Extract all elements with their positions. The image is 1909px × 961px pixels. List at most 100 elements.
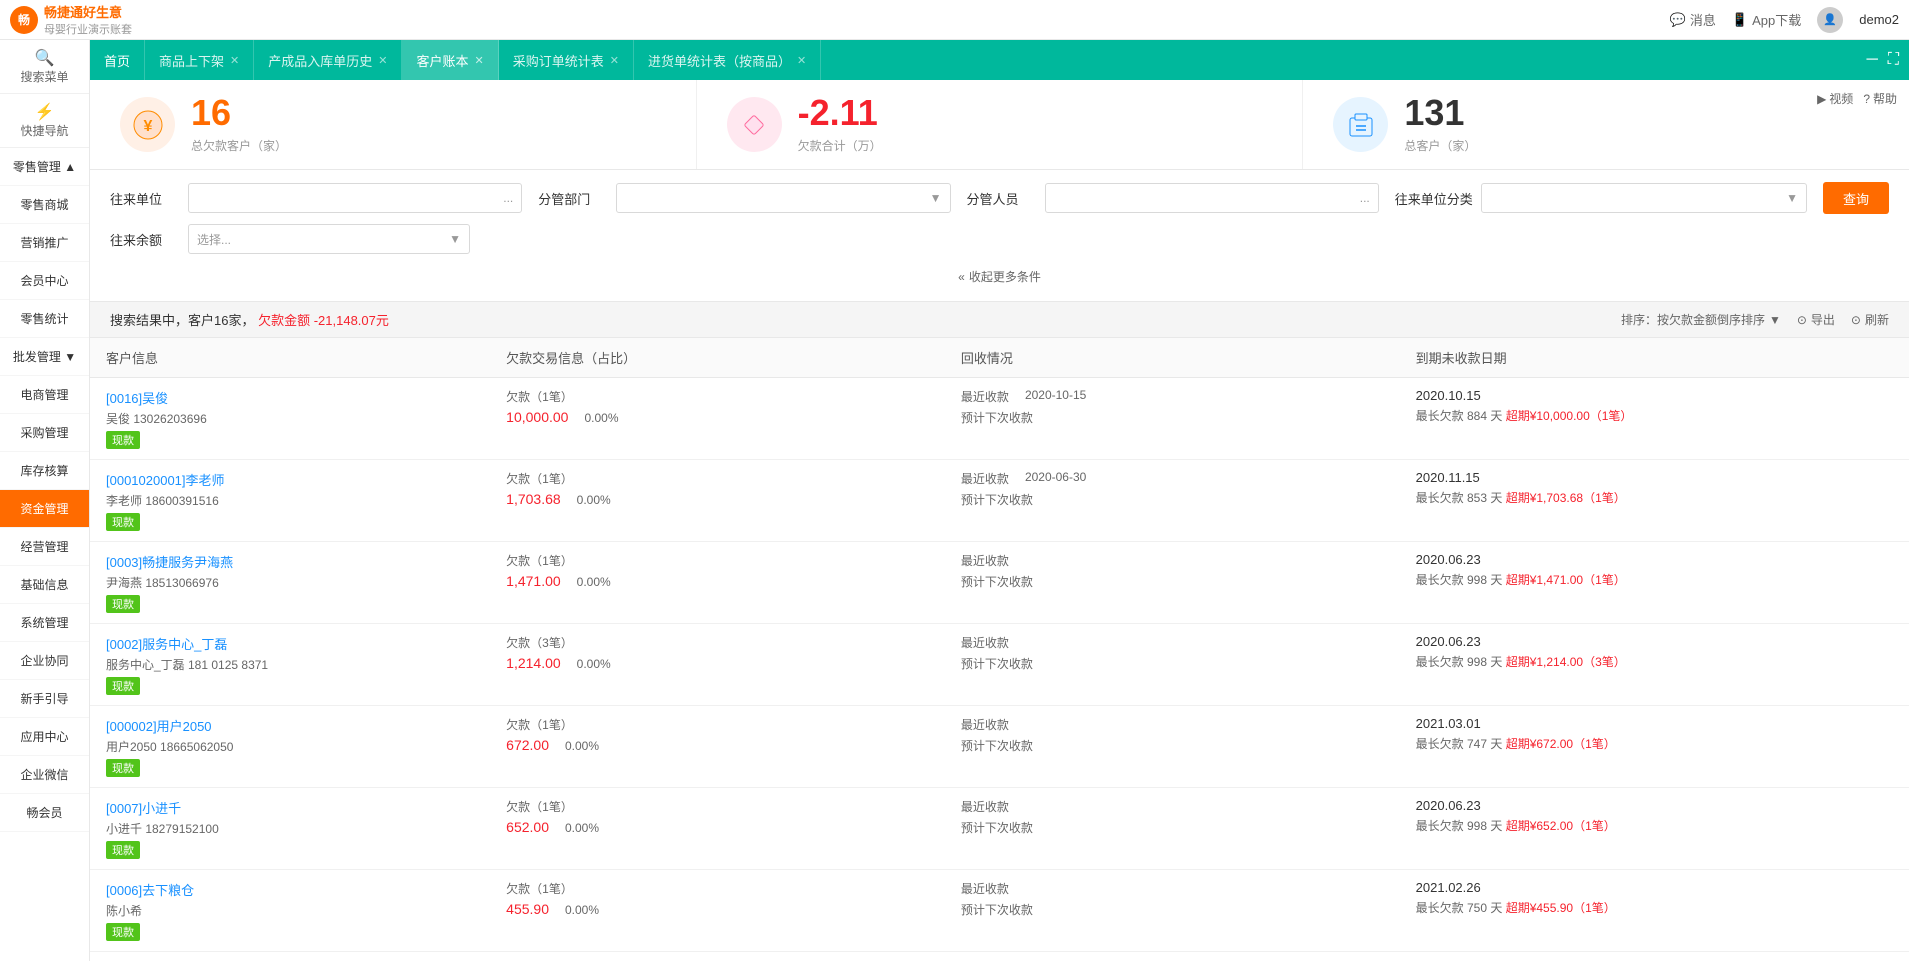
overdue-amount-3[interactable]: 超期¥1,214.00（3笔） — [1506, 655, 1626, 669]
sidebar-item-app-center[interactable]: 应用中心 — [0, 718, 89, 756]
overdue-amount-6[interactable]: 超期¥455.90（1笔） — [1506, 901, 1616, 915]
tab-purchase-stat-close[interactable]: ✕ — [610, 54, 619, 67]
sidebar-item-batch-mgmt[interactable]: 批发管理 ▼ — [0, 338, 89, 376]
overdue-days-2: 最长欠款 998 天 — [1416, 573, 1506, 587]
balance-select[interactable]: 选择... ▼ — [188, 224, 470, 254]
sidebar-item-basic-info[interactable]: 基础信息 — [0, 566, 89, 604]
dept-select[interactable]: ▼ — [616, 183, 950, 213]
overdue-amount-4[interactable]: 超期¥672.00（1笔） — [1506, 737, 1616, 751]
tab-product-history-close[interactable]: ✕ — [378, 54, 387, 67]
messages-btn[interactable]: 💬 消息 — [1670, 10, 1716, 29]
source-unit-input[interactable]: ... — [188, 183, 522, 213]
unit-classify-select[interactable]: ▼ — [1481, 183, 1807, 213]
col-recovery: 回收情况 — [945, 338, 1400, 378]
tab-customer-account-close[interactable]: ✕ — [475, 54, 484, 67]
tab-minimize-icon[interactable]: ─ — [1866, 51, 1877, 69]
cell-customer-4: [000002]用户2050 用户2050 18665062050 现款 — [90, 706, 490, 788]
tab-home[interactable]: 首页 — [90, 40, 145, 80]
table-row: [0003]畅捷服务尹海燕 尹海燕 18513066976 现款 欠款（1笔） … — [90, 542, 1909, 624]
person-input[interactable]: ... — [1045, 183, 1379, 213]
tab-product-offshelf-close[interactable]: ✕ — [230, 54, 239, 67]
owe-amount-3[interactable]: 1,214.00 — [506, 655, 561, 671]
next-payment-row-5: 预计下次收款 — [961, 819, 1384, 836]
cell-due-7: 2020.12.30 最长欠款 808 天 超期¥429.00（1笔） — [1400, 952, 1909, 961]
owe-percent-6: 0.00% — [557, 903, 599, 917]
owe-percent-5: 0.00% — [557, 821, 599, 835]
result-text: 搜索结果中，客户16家， 欠款金额 -21,148.07元 — [110, 310, 389, 329]
cell-recovery-3: 最近收款 预计下次收款 — [945, 624, 1400, 706]
sidebar-item-enterprise[interactable]: 企业协同 — [0, 642, 89, 680]
export-btn[interactable]: ⊙ 导出 — [1797, 311, 1835, 328]
search-icon: 🔍 — [0, 48, 89, 68]
refresh-btn[interactable]: ⊙ 刷新 — [1851, 311, 1889, 328]
customer-id-link-3[interactable]: [0002]服务中心_丁磊 — [106, 634, 474, 653]
content-area: 首页 商品上下架 ✕ 产成品入库单历史 ✕ 客户账本 ✕ 采购订单统计表 ✕ — [90, 40, 1909, 961]
cell-recovery-2: 最近收款 预计下次收款 — [945, 542, 1400, 624]
app-download-btn[interactable]: 📱 App下载 — [1732, 10, 1801, 29]
owe-percent-1: 0.00% — [569, 493, 611, 507]
owe-count-2: 欠款（1笔） — [506, 552, 929, 569]
tab-import-stat-close[interactable]: ✕ — [797, 54, 806, 67]
tab-customer-account[interactable]: 客户账本 ✕ — [402, 40, 498, 80]
sidebar-item-purchase[interactable]: 采购管理 — [0, 414, 89, 452]
sidebar-item-vip[interactable]: 畅会员 — [0, 794, 89, 832]
sidebar-item-ecommerce[interactable]: 电商管理 — [0, 376, 89, 414]
balance-placeholder: 选择... — [197, 231, 231, 248]
sidebar-item-inventory[interactable]: 库存核算 — [0, 452, 89, 490]
tab-maximize-icon[interactable]: ⛶ — [1888, 51, 1899, 69]
avatar-img: 👤 — [1823, 13, 1837, 26]
collapse-btn[interactable]: « 收起更多条件 — [110, 264, 1889, 289]
owe-amount-1[interactable]: 1,703.68 — [506, 491, 561, 507]
cell-recovery-7: 最近收款 预计下次收款 — [945, 952, 1400, 961]
sidebar-item-sys-mgmt[interactable]: 系统管理 — [0, 604, 89, 642]
sort-select[interactable]: 排序：按欠款金额倒序排序 ▼ — [1621, 311, 1781, 328]
overdue-amount-1[interactable]: 超期¥1,703.68（1笔） — [1506, 491, 1626, 505]
overdue-days-6: 最长欠款 750 天 — [1416, 901, 1506, 915]
owe-amount-4[interactable]: 672.00 — [506, 737, 549, 753]
cell-customer-2: [0003]畅捷服务尹海燕 尹海燕 18513066976 现款 — [90, 542, 490, 624]
sidebar-item-retail-mall[interactable]: 零售商城 — [0, 186, 89, 224]
filter-source-unit: 往来单位 ... — [110, 183, 522, 213]
customer-id-link-1[interactable]: [0001020001]李老师 — [106, 470, 474, 489]
sidebar-item-new-guide[interactable]: 新手引导 — [0, 680, 89, 718]
overdue-amount-5[interactable]: 超期¥652.00（1笔） — [1506, 819, 1616, 833]
sidebar-item-operations[interactable]: 经营管理 — [0, 528, 89, 566]
sidebar-item-marketing[interactable]: 营销推广 — [0, 224, 89, 262]
card3-label: 总客户（家） — [1404, 137, 1476, 154]
tab-import-stat[interactable]: 进货单统计表（按商品） ✕ — [634, 40, 821, 80]
overdue-amount-0[interactable]: 超期¥10,000.00（1笔） — [1506, 409, 1633, 423]
next-payment-row-4: 预计下次收款 — [961, 737, 1384, 754]
owe-count-3: 欠款（3笔） — [506, 634, 929, 651]
overdue-days-5: 最长欠款 998 天 — [1416, 819, 1506, 833]
sidebar-item-retail-stat[interactable]: 零售统计 — [0, 300, 89, 338]
quick-nav-item[interactable]: ⚡ 快捷导航 — [0, 94, 89, 148]
customer-id-link-5[interactable]: [0007]小进千 — [106, 798, 474, 817]
sidebar-item-retail-mgmt[interactable]: 零售管理 ▲ — [0, 148, 89, 186]
sidebar-item-member[interactable]: 会员中心 — [0, 262, 89, 300]
tab-product-history[interactable]: 产成品入库单历史 ✕ — [254, 40, 402, 80]
overdue-info-1: 最长欠款 853 天 超期¥1,703.68（1笔） — [1416, 489, 1893, 506]
customer-id-link-4[interactable]: [000002]用户2050 — [106, 716, 474, 735]
overdue-amount-2[interactable]: 超期¥1,471.00（1笔） — [1506, 573, 1626, 587]
search-menu-item[interactable]: 🔍 搜索菜单 — [0, 40, 89, 94]
main-layout: 🔍 搜索菜单 ⚡ 快捷导航 零售管理 ▲ 零售商城 营销推广 会员中心 零售统计 — [0, 40, 1909, 961]
owe-percent-4: 0.00% — [557, 739, 599, 753]
view-video-btn[interactable]: ▶ 视频 — [1817, 90, 1853, 107]
tab-purchase-stat[interactable]: 采购订单统计表 ✕ — [499, 40, 634, 80]
help-btn[interactable]: ? 帮助 — [1863, 90, 1897, 107]
customer-id-link-6[interactable]: [0006]去下粮仓 — [106, 880, 474, 899]
cell-due-1: 2020.11.15 最长欠款 853 天 超期¥1,703.68（1笔） — [1400, 460, 1909, 542]
last-payment-label-0: 最近收款 — [961, 388, 1009, 405]
customer-id-link-2[interactable]: [0003]畅捷服务尹海燕 — [106, 552, 474, 571]
owe-amount-0[interactable]: 10,000.00 — [506, 409, 568, 425]
owe-amount-6[interactable]: 455.90 — [506, 901, 549, 917]
customer-id-link-0[interactable]: [0016]吴俊 — [106, 388, 474, 407]
recovery-row-1: 最近收款 2020-06-30 — [961, 470, 1384, 487]
owe-count-0: 欠款（1笔） — [506, 388, 929, 405]
owe-amount-5[interactable]: 652.00 — [506, 819, 549, 835]
tab-product-offshelf[interactable]: 商品上下架 ✕ — [145, 40, 254, 80]
search-button[interactable]: 查询 — [1823, 182, 1889, 214]
sidebar-item-finance[interactable]: 资金管理 — [0, 490, 89, 528]
sidebar-item-wechat[interactable]: 企业微信 — [0, 756, 89, 794]
owe-amount-2[interactable]: 1,471.00 — [506, 573, 561, 589]
